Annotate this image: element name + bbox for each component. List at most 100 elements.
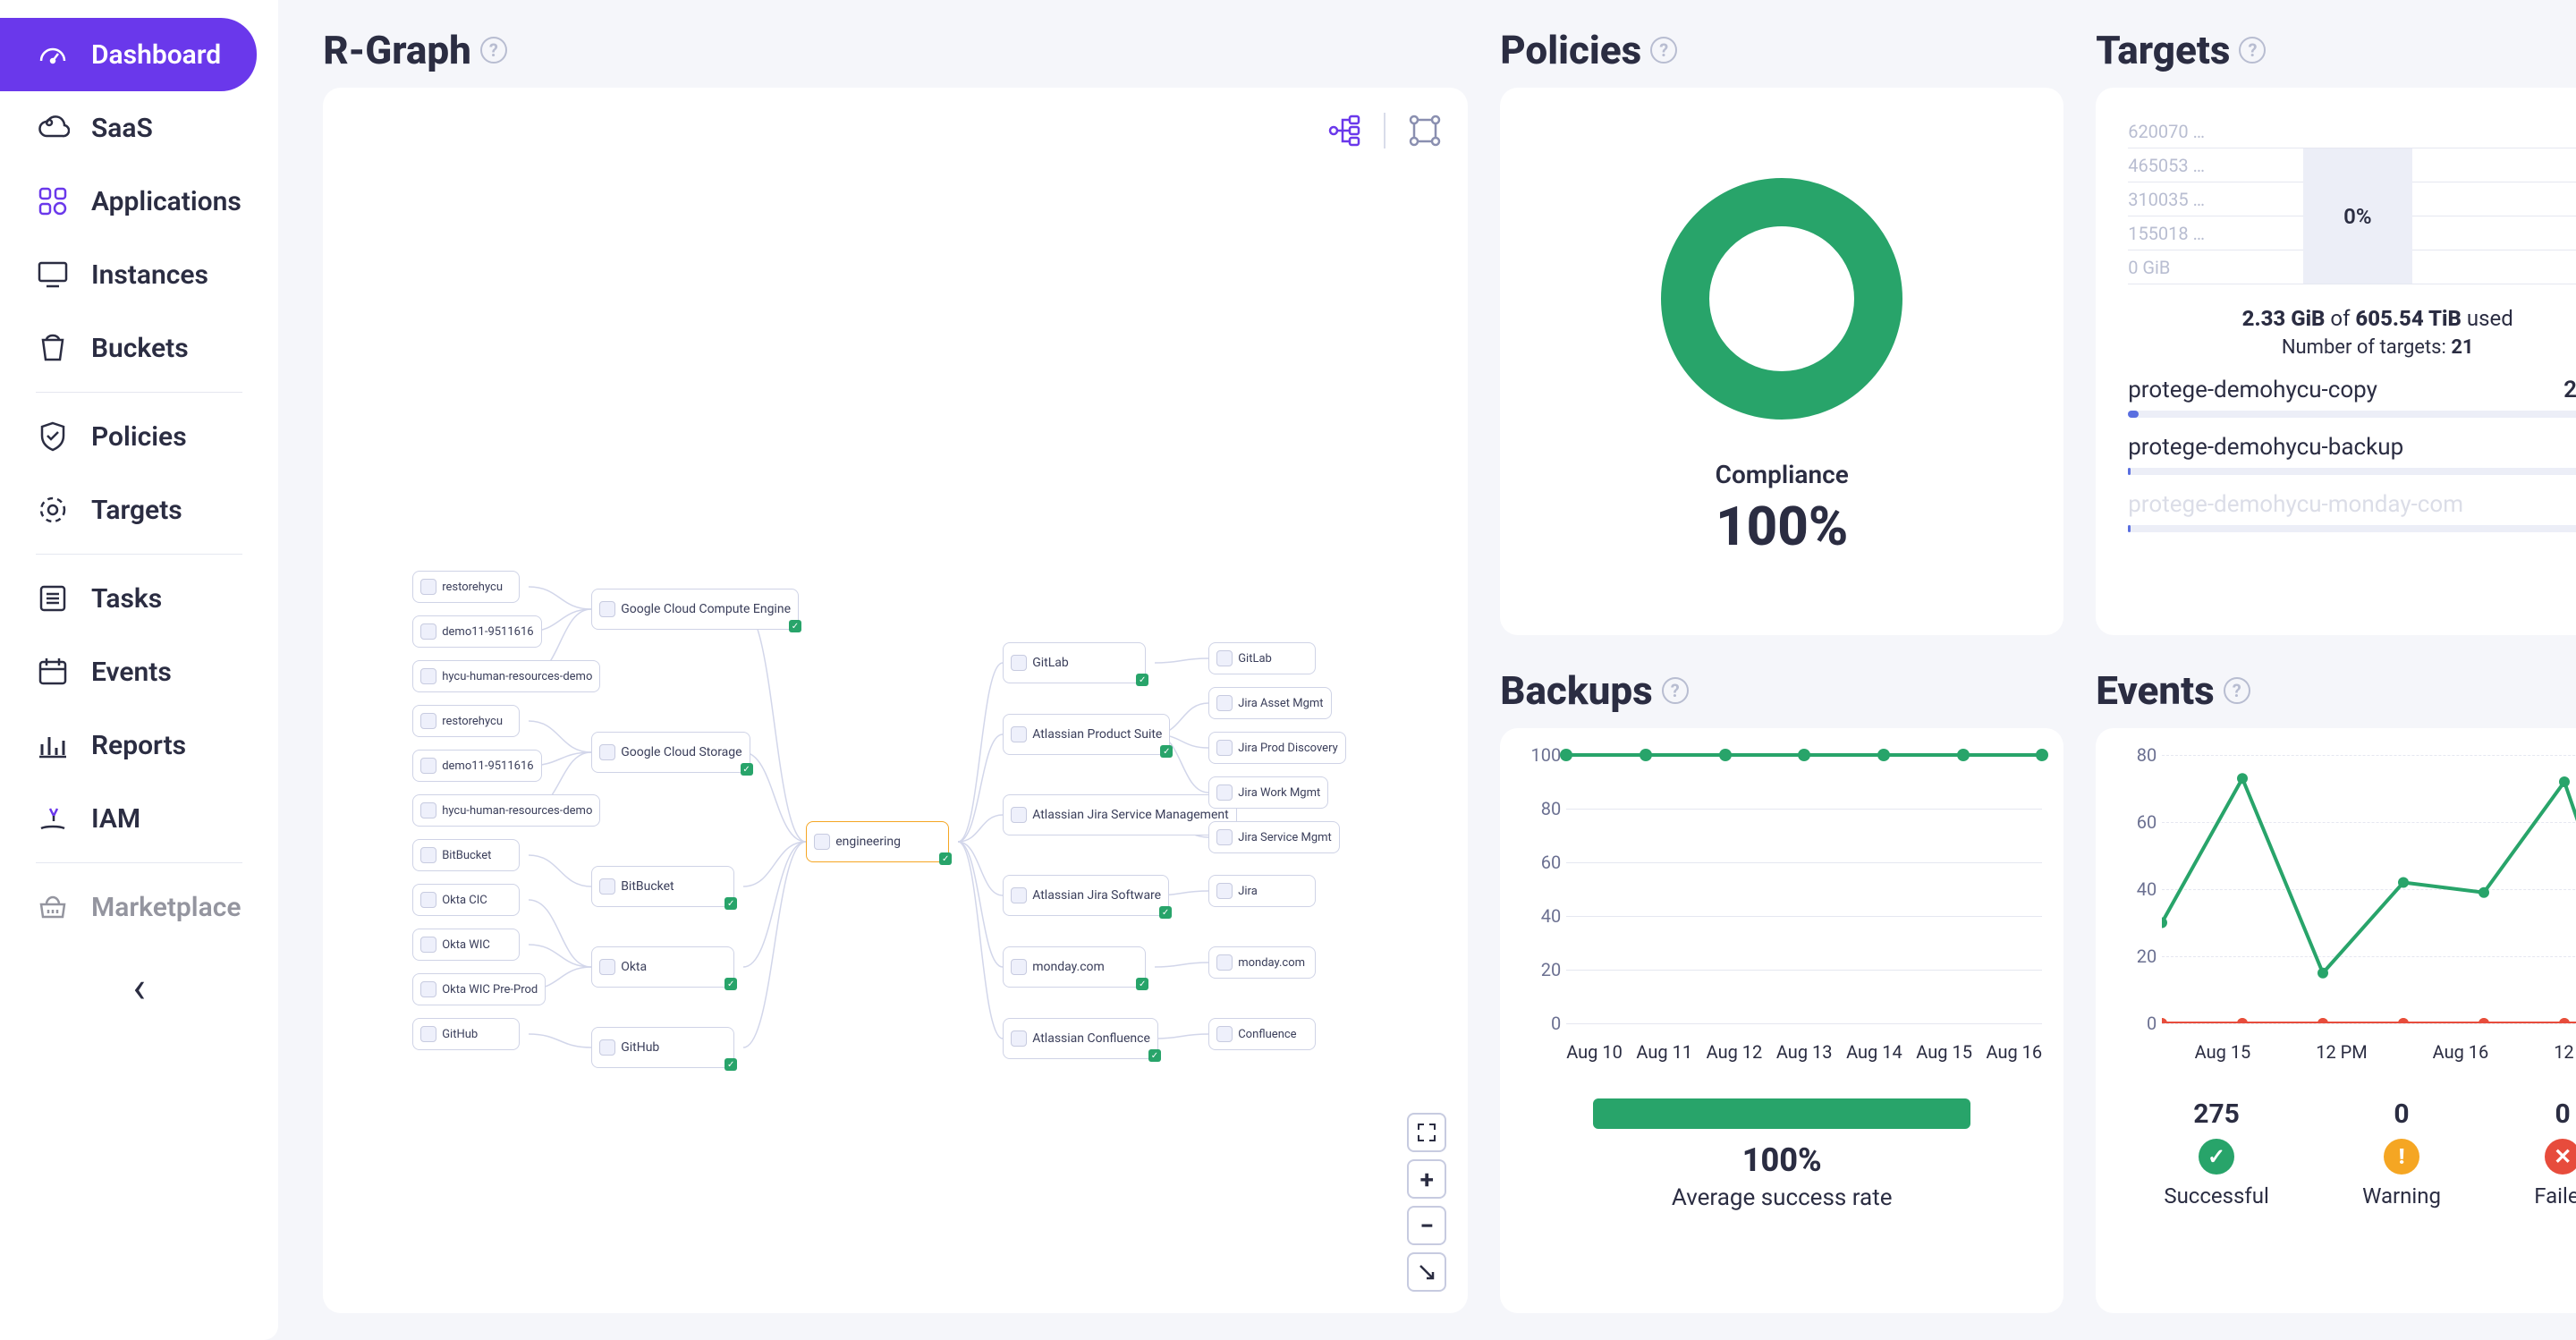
graph-node[interactable]: GitHub xyxy=(412,1018,520,1050)
node-label: Atlassian Jira Service Management xyxy=(1032,808,1228,822)
help-icon[interactable]: ? xyxy=(2224,677,2250,704)
node-label: BitBucket xyxy=(442,849,491,862)
zoom-out-button[interactable]: − xyxy=(1407,1206,1446,1245)
events-chart: 020406080 xyxy=(2162,755,2576,1023)
node-icon xyxy=(1011,807,1027,823)
sidebar-item-label: Marketplace xyxy=(91,892,242,923)
y-tick: 20 xyxy=(1521,959,1561,980)
graph-node[interactable]: Jira Prod Discovery xyxy=(1208,732,1346,764)
backup-sub: Average success rate xyxy=(1521,1184,2042,1211)
targets-card[interactable]: 620070 …100%465053 …75%310035 …50%155018… xyxy=(2096,88,2576,635)
sidebar-item-events[interactable]: Events xyxy=(0,635,278,708)
check-icon: ✓ xyxy=(724,1058,737,1071)
graph-node[interactable]: Jira Work Mgmt xyxy=(1208,776,1328,809)
graph-node[interactable]: Okta✓ xyxy=(591,946,734,988)
graph-node[interactable]: monday.com xyxy=(1208,946,1316,979)
graph-node[interactable]: GitHub✓ xyxy=(591,1027,734,1068)
target-row[interactable]: protege-demohycu-copy2.03% xyxy=(2128,377,2576,403)
sidebar-item-tasks[interactable]: Tasks xyxy=(0,562,278,635)
node-icon xyxy=(1216,1026,1233,1042)
node-icon xyxy=(420,758,436,774)
check-icon: ✓ xyxy=(1148,1049,1161,1062)
graph-node[interactable]: GitLab xyxy=(1208,642,1316,674)
backups-card[interactable]: 020406080100 Aug 10Aug 11Aug 12Aug 13Aug… xyxy=(1500,728,2063,1314)
node-label: hycu-human-resources-demo xyxy=(442,804,592,818)
help-icon[interactable]: ? xyxy=(2239,37,2266,64)
sidebar-item-label: Applications xyxy=(91,186,242,217)
graph-node[interactable]: Confluence xyxy=(1208,1018,1316,1050)
event-count: 0 xyxy=(2362,1098,2441,1130)
graph-canvas[interactable]: restorehycu demo11-9511616 hycu-human-reso… xyxy=(323,88,1468,1313)
node-label: GitHub xyxy=(442,1028,478,1041)
targets-title: Targets ? xyxy=(2096,27,2576,73)
target-icon xyxy=(36,493,70,527)
graph-node[interactable]: hycu-human-resources-demo xyxy=(412,660,600,692)
event-summary-failed: 0✕Failed xyxy=(2534,1098,2576,1209)
x-tick: 12 PM xyxy=(2554,1041,2576,1063)
events-card[interactable]: 020406080 Aug 1512 PMAug 1612 PM 275✓Suc… xyxy=(2096,728,2576,1314)
policies-card[interactable]: Compliance 100% xyxy=(1500,88,2063,635)
graph-node[interactable]: Atlassian Confluence✓ xyxy=(1003,1018,1158,1059)
sidebar-collapse-button[interactable]: ‹ xyxy=(0,962,278,1013)
graph-node[interactable]: Atlassian Jira Software✓ xyxy=(1003,875,1169,916)
target-row[interactable]: protege-demohycu-monday-com0% xyxy=(2128,491,2576,518)
event-label: Failed xyxy=(2534,1183,2576,1209)
sidebar-item-marketplace[interactable]: Marketplace xyxy=(0,870,278,944)
x-tick: 12 PM xyxy=(2316,1041,2368,1063)
reset-view-button[interactable] xyxy=(1407,1252,1446,1292)
graph-node[interactable]: Google Cloud Storage✓ xyxy=(591,732,750,773)
graph-node[interactable]: Jira xyxy=(1208,875,1316,907)
graph-node[interactable]: Jira Service Mgmt xyxy=(1208,821,1340,853)
graph-node[interactable]: demo11-9511616 xyxy=(412,615,541,648)
check-icon: ✓ xyxy=(741,763,753,776)
node-label: Jira xyxy=(1238,885,1258,898)
sidebar-item-dashboard[interactable]: Dashboard xyxy=(0,18,257,91)
graph-node[interactable]: Jira Asset Mgmt xyxy=(1208,687,1331,719)
node-icon xyxy=(599,744,615,760)
sidebar-item-saas[interactable]: SaaS xyxy=(0,91,278,165)
graph-node[interactable]: Atlassian Jira Service Management✓ xyxy=(1003,794,1236,835)
graph-node[interactable]: Okta WIC Pre-Prod xyxy=(412,973,546,1005)
fullscreen-button[interactable] xyxy=(1407,1113,1446,1152)
graph-node[interactable]: restorehycu xyxy=(412,571,520,603)
node-icon xyxy=(1216,829,1233,845)
scale-bar: 0% xyxy=(2303,148,2413,284)
help-icon[interactable]: ? xyxy=(480,37,507,64)
iam-icon xyxy=(36,801,70,835)
sidebar-item-buckets[interactable]: Buckets xyxy=(0,311,278,385)
graph-node[interactable]: BitBucket xyxy=(412,839,520,871)
cloud-gear-icon xyxy=(36,111,70,145)
basket-icon xyxy=(36,890,70,924)
graph-node[interactable]: monday.com✓ xyxy=(1003,946,1146,988)
graph-node[interactable]: Google Cloud Compute Engine✓ xyxy=(591,589,799,630)
graph-node[interactable]: hycu-human-resources-demo xyxy=(412,794,600,827)
graph-node[interactable]: engineering✓ xyxy=(806,821,949,862)
sidebar-item-reports[interactable]: Reports xyxy=(0,708,278,782)
graph-node[interactable]: demo11-9511616 xyxy=(412,750,541,782)
target-row[interactable]: protege-demohycu-backup0.3% xyxy=(2128,434,2576,461)
target-pct: 2.03% xyxy=(2563,377,2576,403)
targets-count-line: Number of targets: 21 xyxy=(2128,336,2576,359)
help-icon[interactable]: ? xyxy=(1662,677,1689,704)
graph-node[interactable]: BitBucket✓ xyxy=(591,866,734,907)
graph-node[interactable]: Okta CIC xyxy=(412,884,520,916)
graph-node[interactable]: restorehycu xyxy=(412,705,520,737)
y-tick: 40 xyxy=(1521,905,1561,927)
sidebar-item-policies[interactable]: Policies xyxy=(0,400,278,473)
graph-node[interactable]: GitLab✓ xyxy=(1003,642,1146,683)
graph-node[interactable]: Atlassian Product Suite✓ xyxy=(1003,714,1170,755)
zoom-in-button[interactable]: + xyxy=(1407,1159,1446,1199)
graph-node[interactable]: Okta WIC xyxy=(412,929,520,961)
sidebar-item-instances[interactable]: Instances xyxy=(0,238,278,311)
event-summary-warning: 0!Warning xyxy=(2362,1098,2441,1209)
sidebar-item-iam[interactable]: IAM xyxy=(0,782,278,855)
sidebar-item-label: Events xyxy=(91,657,172,688)
node-label: demo11-9511616 xyxy=(442,625,533,639)
sidebar-item-applications[interactable]: Applications xyxy=(0,165,278,238)
help-icon[interactable]: ? xyxy=(1650,37,1677,64)
sidebar-item-targets[interactable]: Targets xyxy=(0,473,278,547)
node-label: BitBucket xyxy=(621,879,674,894)
node-label: Atlassian Jira Software xyxy=(1032,888,1161,903)
y-tick: 80 xyxy=(1521,798,1561,819)
check-icon: ✓ xyxy=(1136,674,1148,686)
